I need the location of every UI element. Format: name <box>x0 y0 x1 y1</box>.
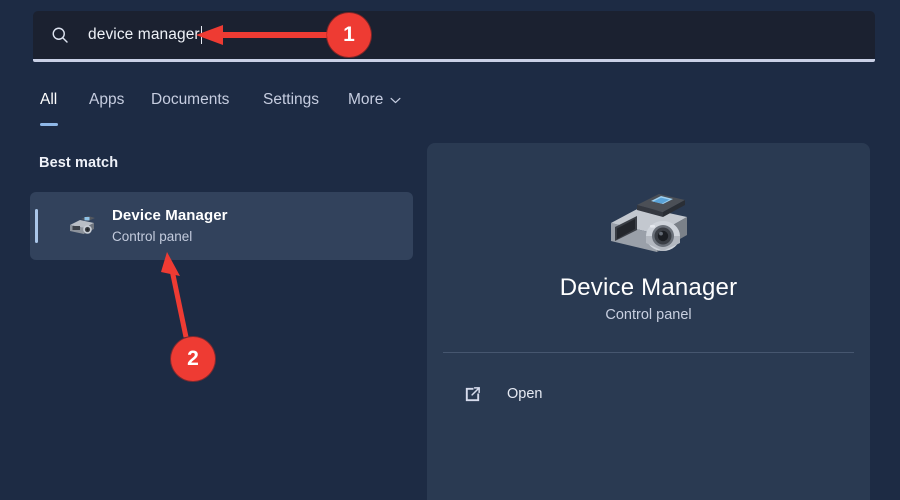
device-manager-icon-large <box>601 185 697 269</box>
tab-settings-label: Settings <box>263 91 319 109</box>
search-window: device manager All Apps Documents Settin… <box>0 0 900 500</box>
result-text-block: Device Manager Control panel <box>112 205 228 247</box>
tab-more[interactable]: More <box>348 80 401 120</box>
search-bar[interactable]: device manager <box>33 11 875 59</box>
active-tab-indicator <box>40 123 58 126</box>
search-input-value: device manager <box>88 26 200 44</box>
search-input[interactable]: device manager <box>88 26 202 44</box>
tab-settings[interactable]: Settings <box>263 80 319 120</box>
tab-documents-label: Documents <box>151 91 229 109</box>
divider <box>443 352 854 353</box>
search-icon <box>50 25 70 45</box>
best-match-heading: Best match <box>39 155 118 171</box>
result-subtitle: Control panel <box>112 227 228 247</box>
annotation-marker-2: 2 <box>171 337 215 381</box>
filter-tabs: All Apps Documents Settings More A <box>0 80 900 128</box>
tab-more-label: More <box>348 91 383 109</box>
result-title: Device Manager <box>112 205 228 226</box>
device-manager-icon <box>66 209 100 243</box>
best-match-result[interactable]: Device Manager Control panel <box>30 192 413 260</box>
preview-title: Device Manager <box>427 274 870 302</box>
annotation-2-number: 2 <box>187 347 199 371</box>
annotation-1-number: 1 <box>343 23 355 47</box>
annotation-marker-1: 1 <box>327 13 371 57</box>
tab-all-label: All <box>40 91 57 109</box>
tab-all[interactable]: All <box>40 80 57 120</box>
open-label: Open <box>507 386 542 402</box>
tab-apps-label: Apps <box>89 91 124 109</box>
tab-apps[interactable]: Apps <box>89 80 124 120</box>
selection-indicator <box>35 209 38 243</box>
preview-subtitle: Control panel <box>427 307 870 323</box>
preview-panel: Device Manager Control panel Open <box>427 143 870 500</box>
text-caret <box>201 26 203 44</box>
tab-documents[interactable]: Documents <box>151 80 229 120</box>
external-link-icon <box>463 385 482 404</box>
open-action[interactable]: Open <box>450 376 848 412</box>
chevron-down-icon <box>390 97 401 104</box>
